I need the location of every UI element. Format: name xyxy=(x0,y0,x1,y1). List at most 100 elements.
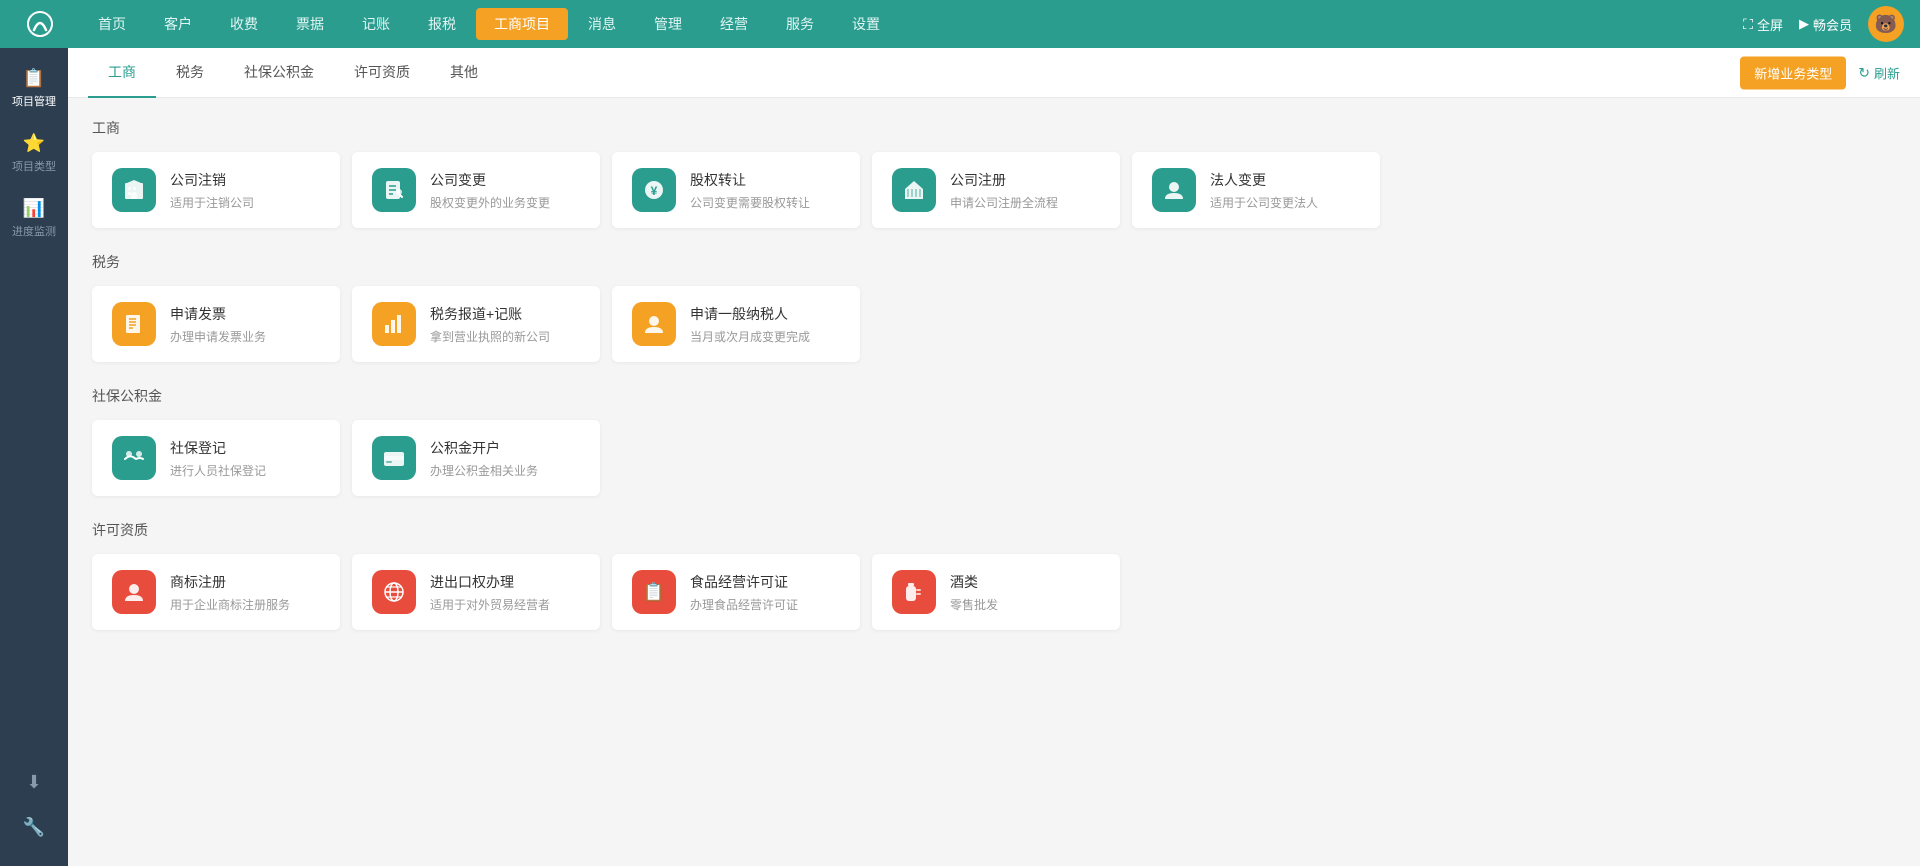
service-card-公司变更[interactable]: 公司变更 股权变更外的业务变更 xyxy=(352,152,600,228)
sidebar-item-项目类型[interactable]: ⭐ 项目类型 xyxy=(0,121,68,186)
card-desc: 用于企业商标注册服务 xyxy=(170,596,290,613)
nav-item-收费[interactable]: 收费 xyxy=(212,8,276,40)
tab-其他[interactable]: 其他 xyxy=(430,48,498,98)
card-icon xyxy=(372,302,416,346)
card-text: 社保登记 进行人员社保登记 xyxy=(170,438,266,479)
nav-items: 首页客户收费票据记账报税工商项目消息管理经营服务设置 xyxy=(80,8,1743,40)
card-desc: 公司变更需要股权转让 xyxy=(690,194,810,211)
card-title: 申请一般纳税人 xyxy=(690,304,810,324)
card-title: 商标注册 xyxy=(170,572,290,592)
card-icon xyxy=(112,168,156,212)
card-title: 进出口权办理 xyxy=(430,572,550,592)
section-工商: 工商 公司注销 适用于注销公司 公司变更 股权变更外的业务变更 ¥ 股权转让 xyxy=(92,118,1896,228)
card-icon xyxy=(372,436,416,480)
service-card-税务报道+记账[interactable]: 税务报道+记账 拿到营业执照的新公司 xyxy=(352,286,600,362)
service-card-股权转让[interactable]: ¥ 股权转让 公司变更需要股权转让 xyxy=(612,152,860,228)
card-grid: 商标注册 用于企业商标注册服务 进出口权办理 适用于对外贸易经营者 📋 食品经营… xyxy=(92,554,1896,630)
nav-item-设置[interactable]: 设置 xyxy=(834,8,898,40)
section-社保公积金: 社保公积金 社保登记 进行人员社保登记 公积金开户 办理公积金相关业务 xyxy=(92,386,1896,496)
card-icon xyxy=(112,302,156,346)
sidebar-icon: ⭐ xyxy=(23,133,45,154)
avatar[interactable]: 🐻 xyxy=(1868,6,1904,42)
nav-item-经营[interactable]: 经营 xyxy=(702,8,766,40)
refresh-label: 刷新 xyxy=(1874,63,1900,82)
refresh-icon: ↻ xyxy=(1858,64,1870,81)
main-layout: 📋 项目管理 ⭐ 项目类型 📊 进度监测 ⬇🔧 工商税务社保公积金许可资质其他 … xyxy=(0,48,1920,866)
tab-bar: 工商税务社保公积金许可资质其他 新增业务类型 ↻ 刷新 xyxy=(68,48,1920,98)
new-type-button[interactable]: 新增业务类型 xyxy=(1740,56,1846,89)
member-btn[interactable]: ▶ 畅会员 xyxy=(1799,15,1852,34)
nav-item-报税[interactable]: 报税 xyxy=(410,8,474,40)
service-card-商标注册[interactable]: 商标注册 用于企业商标注册服务 xyxy=(92,554,340,630)
nav-item-首页[interactable]: 首页 xyxy=(80,8,144,40)
card-text: 公司注销 适用于注销公司 xyxy=(170,170,254,211)
tab-许可资质[interactable]: 许可资质 xyxy=(334,48,430,98)
card-text: 税务报道+记账 拿到营业执照的新公司 xyxy=(430,304,550,345)
sidebar-bottom-download[interactable]: ⬇ xyxy=(11,760,57,805)
svg-text:¥: ¥ xyxy=(651,184,658,198)
card-text: 食品经营许可证 办理食品经营许可证 xyxy=(690,572,798,613)
nav-item-服务[interactable]: 服务 xyxy=(768,8,832,40)
sidebar-label: 项目管理 xyxy=(12,93,56,109)
member-label: 畅会员 xyxy=(1813,15,1852,34)
sidebar: 📋 项目管理 ⭐ 项目类型 📊 进度监测 ⬇🔧 xyxy=(0,48,68,866)
card-icon xyxy=(112,570,156,614)
card-desc: 拿到营业执照的新公司 xyxy=(430,328,550,345)
service-card-进出口权办理[interactable]: 进出口权办理 适用于对外贸易经营者 xyxy=(352,554,600,630)
card-icon xyxy=(632,302,676,346)
nav-item-记账[interactable]: 记账 xyxy=(344,8,408,40)
service-card-公司注销[interactable]: 公司注销 适用于注销公司 xyxy=(92,152,340,228)
service-card-公积金开户[interactable]: 公积金开户 办理公积金相关业务 xyxy=(352,420,600,496)
content-area: 工商税务社保公积金许可资质其他 新增业务类型 ↻ 刷新 工商 公司注销 适用于注… xyxy=(68,48,1920,866)
card-title: 公积金开户 xyxy=(430,438,538,458)
card-text: 酒类 零售批发 xyxy=(950,572,998,613)
tab-社保公积金[interactable]: 社保公积金 xyxy=(224,48,334,98)
card-title: 社保登记 xyxy=(170,438,266,458)
refresh-button[interactable]: ↻ 刷新 xyxy=(1858,63,1900,82)
fullscreen-label: 全屏 xyxy=(1757,15,1783,34)
sidebar-bottom-settings[interactable]: 🔧 xyxy=(11,805,57,850)
nav-item-工商项目[interactable]: 工商项目 xyxy=(476,8,568,40)
card-desc: 适用于公司变更法人 xyxy=(1210,194,1318,211)
sidebar-icon: 📋 xyxy=(23,68,45,89)
card-title: 公司变更 xyxy=(430,170,550,190)
service-card-申请一般纳税人[interactable]: 申请一般纳税人 当月或次月成变更完成 xyxy=(612,286,860,362)
service-card-社保登记[interactable]: 社保登记 进行人员社保登记 xyxy=(92,420,340,496)
nav-item-客户[interactable]: 客户 xyxy=(146,8,210,40)
scroll-content[interactable]: 工商 公司注销 适用于注销公司 公司变更 股权变更外的业务变更 ¥ 股权转让 xyxy=(68,98,1920,866)
card-icon xyxy=(112,436,156,480)
card-text: 进出口权办理 适用于对外贸易经营者 xyxy=(430,572,550,613)
sidebar-item-进度监测[interactable]: 📊 进度监测 xyxy=(0,186,68,251)
service-card-公司注册[interactable]: 公司注册 申请公司注册全流程 xyxy=(872,152,1120,228)
card-icon xyxy=(372,570,416,614)
section-title: 许可资质 xyxy=(92,520,1896,540)
card-desc: 适用于注销公司 xyxy=(170,194,254,211)
card-title: 公司注册 xyxy=(950,170,1058,190)
service-card-酒类[interactable]: 酒类 零售批发 xyxy=(872,554,1120,630)
nav-item-票据[interactable]: 票据 xyxy=(278,8,342,40)
card-grid: 社保登记 进行人员社保登记 公积金开户 办理公积金相关业务 xyxy=(92,420,1896,496)
service-card-申请发票[interactable]: 申请发票 办理申请发票业务 xyxy=(92,286,340,362)
card-desc: 当月或次月成变更完成 xyxy=(690,328,810,345)
nav-item-管理[interactable]: 管理 xyxy=(636,8,700,40)
card-text: 公司注册 申请公司注册全流程 xyxy=(950,170,1058,211)
tab-btn-area: 新增业务类型 ↻ 刷新 xyxy=(1740,56,1900,89)
tab-税务[interactable]: 税务 xyxy=(156,48,224,98)
section-税务: 税务 申请发票 办理申请发票业务 税务报道+记账 拿到营业执照的新公司 申请一般… xyxy=(92,252,1896,362)
card-grid: 公司注销 适用于注销公司 公司变更 股权变更外的业务变更 ¥ 股权转让 公司变更… xyxy=(92,152,1896,228)
sidebar-item-项目管理[interactable]: 📋 项目管理 xyxy=(0,56,68,121)
tab-工商[interactable]: 工商 xyxy=(88,48,156,98)
card-icon: 📋 xyxy=(632,570,676,614)
card-icon: ¥ xyxy=(632,168,676,212)
section-title: 税务 xyxy=(92,252,1896,272)
card-text: 申请一般纳税人 当月或次月成变更完成 xyxy=(690,304,810,345)
service-card-法人变更[interactable]: 法人变更 适用于公司变更法人 xyxy=(1132,152,1380,228)
fullscreen-btn[interactable]: ⛶ 全屏 xyxy=(1743,15,1783,34)
card-icon xyxy=(1152,168,1196,212)
card-text: 法人变更 适用于公司变更法人 xyxy=(1210,170,1318,211)
nav-item-消息[interactable]: 消息 xyxy=(570,8,634,40)
sidebar-label: 进度监测 xyxy=(12,223,56,239)
card-desc: 进行人员社保登记 xyxy=(170,462,266,479)
card-desc: 办理公积金相关业务 xyxy=(430,462,538,479)
service-card-食品经营许可证[interactable]: 📋 食品经营许可证 办理食品经营许可证 xyxy=(612,554,860,630)
